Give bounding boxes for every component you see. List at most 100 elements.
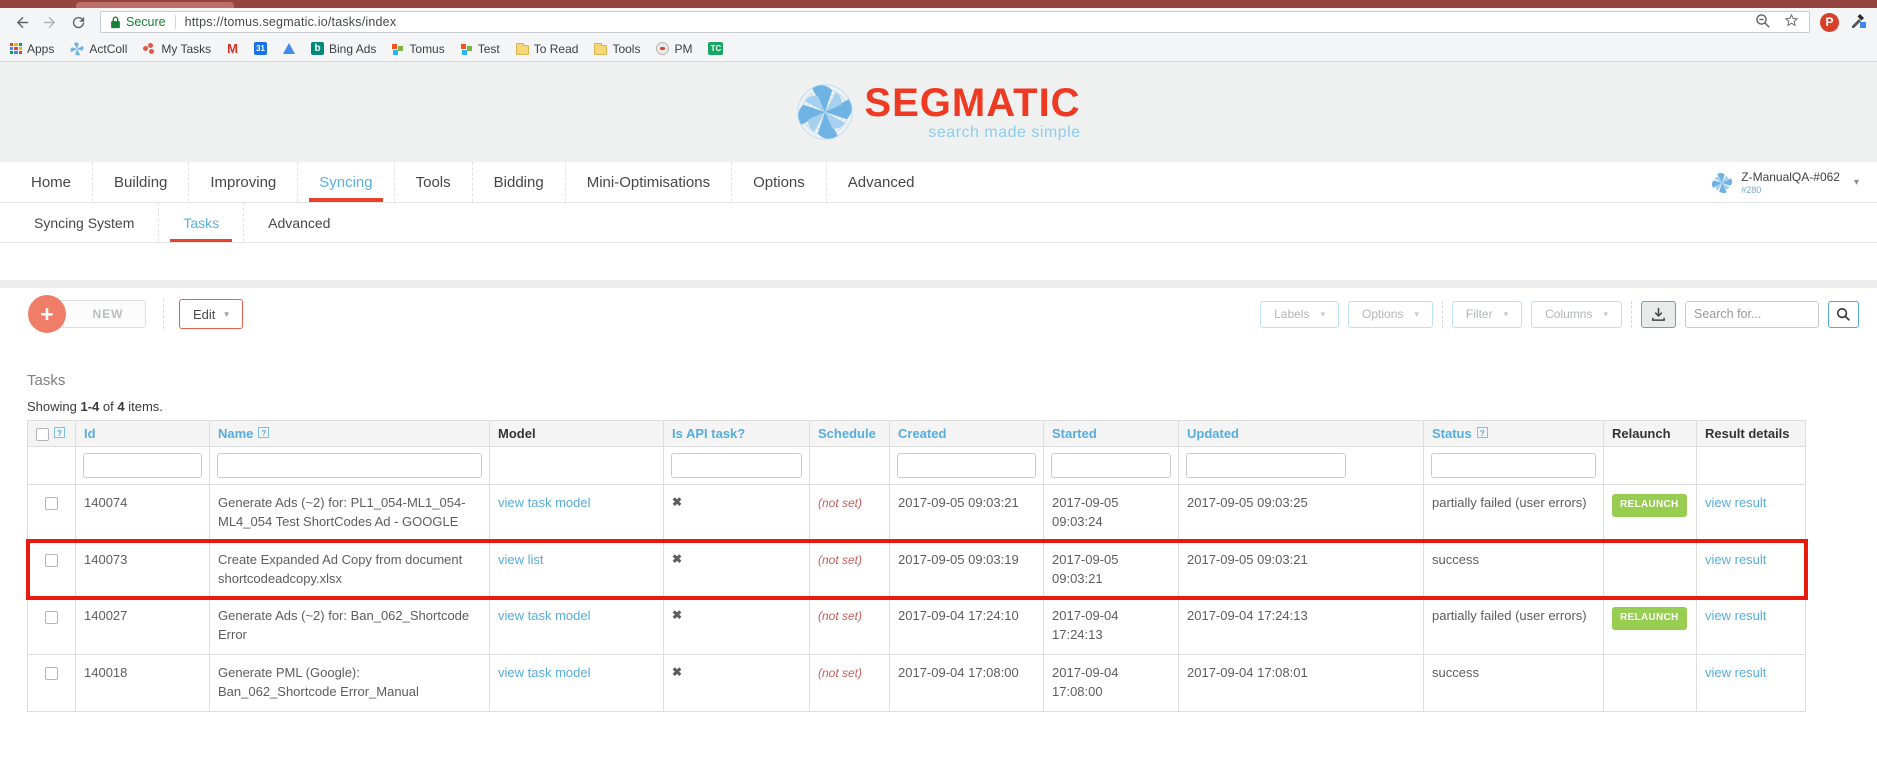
tasks-table: ? Id Name? Model Is API task? Schedule C… [25,419,1808,712]
bookmark-drive[interactable] [283,43,296,54]
toolbar-divider [163,299,164,329]
sort-started-link[interactable]: Started [1052,426,1097,441]
nav-item-advanced[interactable]: Advanced [825,162,936,202]
new-button[interactable]: NEW + [28,295,148,333]
nav-item-mini-optimisations[interactable]: Mini-Optimisations [564,162,731,202]
download-button[interactable] [1641,300,1676,328]
view-task-model-link[interactable]: view task model [498,608,590,623]
bookmark-actcoll[interactable]: ActColl [70,42,127,56]
chevron-down-icon: ▾ [1603,308,1608,319]
nav-item-options[interactable]: Options [731,162,826,202]
user-pinwheel-icon [1712,172,1733,193]
bookmark-tc[interactable]: TC [708,42,724,55]
user-menu[interactable]: Z-ManualQA-#062 #280 ▾ [1711,162,1859,203]
bookmark-apps[interactable]: Apps [10,42,54,56]
select-all-checkbox[interactable] [36,428,49,442]
view-task-model-link[interactable]: view task model [498,665,590,680]
search-input[interactable] [1685,300,1819,328]
url-text: https://tomus.segmatic.io/tasks/index [184,15,397,29]
view-result-link[interactable]: view result [1705,665,1766,680]
sort-status-link[interactable]: Status [1432,426,1472,441]
cell-is-api: ✖ [663,540,810,599]
eyedropper-extension-icon[interactable] [1849,11,1867,34]
filter-updated-input[interactable] [1186,453,1346,479]
bookmark-to-read[interactable]: To Read [515,42,578,56]
row-checkbox[interactable] [45,497,58,511]
help-icon[interactable]: ? [1476,427,1488,439]
sort-name-link[interactable]: Name [218,426,253,441]
nav-item-syncing[interactable]: Syncing [297,162,393,202]
column-header-updated: Updated [1178,419,1424,448]
relaunch-button[interactable]: RELAUNCH [1612,494,1687,517]
zoom-out-icon[interactable] [1755,13,1771,32]
filter-status-input[interactable] [1431,453,1596,479]
cell-name: Generate Ads (~2) for: Ban_062_Shortcode… [209,597,490,656]
row-checkbox[interactable] [45,667,58,681]
bookmark-pm[interactable]: PM [656,42,692,56]
bookmark-test[interactable]: Test [460,42,500,56]
filter-id-input[interactable] [83,453,202,479]
labels-dropdown-button[interactable]: Labels ▾ [1260,300,1340,328]
nav-item-bidding[interactable]: Bidding [471,162,565,202]
actions-toolbar: NEW + Edit ▾ Labels ▾ Options ▾ Filter ▾… [0,288,1877,342]
help-icon[interactable]: ? [258,427,270,439]
sort-schedule-link[interactable]: Schedule [818,426,876,441]
browser-toolbar: Secure https://tomus.segmatic.io/tasks/i… [0,8,1877,36]
bookmark-calendar[interactable]: 31 [254,42,268,55]
relaunch-button[interactable]: RELAUNCH [1612,607,1687,630]
nav-item-tools[interactable]: Tools [393,162,472,202]
red-dots-icon [143,42,156,55]
bookmark-gmail[interactable]: M [227,42,238,55]
bookmark-my-tasks[interactable]: My Tasks [143,42,211,56]
column-header-model: Model [489,419,664,448]
help-icon[interactable]: ? [54,427,65,438]
select-all-header: ? [27,419,76,448]
bookmark-star-icon[interactable] [1783,12,1800,32]
edit-dropdown-button[interactable]: Edit ▾ [179,299,243,329]
subnav-item-syncing-system[interactable]: Syncing System [10,203,158,242]
section-divider [0,280,1877,288]
address-bar[interactable]: Secure https://tomus.segmatic.io/tasks/i… [100,11,1810,33]
view-list-link[interactable]: view list [498,552,544,567]
sub-nav: Syncing System Tasks Advanced [0,203,1877,243]
sort-updated-link[interactable]: Updated [1187,426,1239,441]
cell-id: 140018 [75,654,210,712]
view-result-link[interactable]: view result [1705,552,1766,567]
row-checkbox[interactable] [45,553,58,567]
sort-created-link[interactable]: Created [898,426,946,441]
tc-badge-icon: TC [708,42,724,55]
forward-icon[interactable] [38,10,62,34]
filter-started-input[interactable] [1051,453,1171,479]
page-title: Tasks [27,372,66,389]
cell-is-api: ✖ [663,484,810,542]
subnav-item-advanced[interactable]: Advanced [243,203,354,242]
subnav-item-tasks[interactable]: Tasks [158,203,243,242]
nav-item-improving[interactable]: Improving [188,162,297,202]
filter-created-input[interactable] [897,453,1036,479]
extension-p-icon[interactable]: P [1820,12,1839,32]
bookmark-tools[interactable]: Tools [594,42,640,56]
cell-status: partially failed (user errors) [1423,597,1604,656]
bookmark-bing-ads[interactable]: b Bing Ads [311,42,376,56]
filter-name-input[interactable] [217,453,482,479]
cell-id: 140073 [75,540,210,599]
options-dropdown-button[interactable]: Options ▾ [1348,300,1433,328]
nav-item-building[interactable]: Building [92,162,188,202]
columns-dropdown-button[interactable]: Columns ▾ [1531,300,1622,328]
view-result-link[interactable]: view result [1705,608,1766,623]
chevron-down-icon: ▾ [224,308,229,319]
sort-id-link[interactable]: Id [84,426,96,441]
nav-item-home[interactable]: Home [10,162,92,202]
reload-icon[interactable] [66,10,90,34]
filter-dropdown-button[interactable]: Filter ▾ [1451,300,1523,328]
row-checkbox[interactable] [45,610,58,624]
view-task-model-link[interactable]: view task model [498,495,590,510]
segmatic-logo[interactable]: SEGMATIC search made simple [796,83,1080,142]
browser-active-tab[interactable] [76,2,234,8]
sort-api-link[interactable]: Is API task? [672,426,745,441]
filter-api-input[interactable] [671,453,802,479]
search-button[interactable] [1828,300,1859,328]
back-icon[interactable] [10,10,34,34]
view-result-link[interactable]: view result [1705,495,1766,510]
bookmark-tomus[interactable]: Tomus [392,42,445,56]
